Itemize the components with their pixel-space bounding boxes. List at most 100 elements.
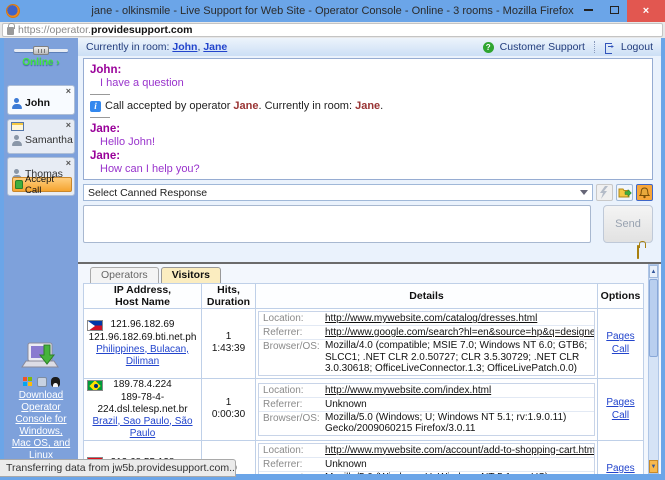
operator-console: Online › × John × Samantha × Thomas Acce… xyxy=(4,38,661,474)
divider xyxy=(593,41,595,53)
firefox-icon xyxy=(6,4,20,18)
download-console-link[interactable]: Download Operator Console for Windows, M… xyxy=(10,390,72,462)
call-link[interactable]: Call xyxy=(598,409,643,422)
logout-icon xyxy=(604,42,615,54)
mac-icon xyxy=(36,377,47,387)
table-header-row: IP Address, Host Name Hits, Duration Detai… xyxy=(83,283,644,309)
main-panel: Currently in room: John, Jane ? Customer… xyxy=(78,38,661,474)
chat-sender: Jane: xyxy=(90,150,121,162)
send-button[interactable]: Send xyxy=(603,205,653,243)
logout-link[interactable]: Logout xyxy=(621,41,653,53)
visitors-table: IP Address, Host Name Hits, Duration Detai… xyxy=(83,283,644,474)
visitor-name: John xyxy=(25,97,51,109)
canned-response-select[interactable]: Select Canned Response xyxy=(83,184,593,201)
room-link-john[interactable]: John xyxy=(172,41,197,53)
message-input[interactable] xyxy=(83,205,591,243)
scrollbar[interactable]: ▲ ▼ xyxy=(648,264,659,474)
chat-text: Hello John! xyxy=(100,136,156,148)
chat-message: Jane: Hello John! xyxy=(90,122,646,149)
visitor-hits: 1 xyxy=(225,397,232,408)
person-icon xyxy=(11,97,22,109)
download-section: Download Operator Console for Windows, M… xyxy=(4,341,78,462)
chat-sender: Jane: xyxy=(90,123,121,135)
minimize-button[interactable] xyxy=(575,0,601,20)
visitor-duration: 1:43:39 xyxy=(211,343,246,355)
location-link[interactable]: http://www.mywebsite.com/catalog/dresses… xyxy=(325,312,594,325)
tab-visitors[interactable]: Visitors xyxy=(160,267,222,283)
visitor-geo-link[interactable]: Philippines, Bulacan, Diliman xyxy=(96,344,189,367)
visitor-card-thomas[interactable]: × Thomas Accept Call xyxy=(7,157,75,196)
table-row: 121.96.182.69 121.96.182.69.bti.net.ph P… xyxy=(83,308,644,379)
url-text: https://operator.providesupport.com xyxy=(18,24,193,36)
scroll-down-icon[interactable]: ▼ xyxy=(649,460,658,473)
referrer-value: Unknown xyxy=(325,458,367,470)
chat-window-icon xyxy=(11,122,24,131)
tab-operators[interactable]: Operators xyxy=(90,267,159,283)
pages-link[interactable]: Pages xyxy=(598,462,643,474)
linux-icon xyxy=(50,377,60,387)
sidebar: Online › × John × Samantha × Thomas Acce… xyxy=(4,38,78,474)
slider-grip-icon[interactable] xyxy=(33,46,49,55)
firefox-window: jane - olkinsmile - Live Support for Web… xyxy=(0,0,665,480)
pages-link[interactable]: Pages xyxy=(598,330,643,343)
visitor-ip: 121.96.182.69 xyxy=(110,319,175,331)
close-icon[interactable]: × xyxy=(66,158,71,168)
location-link[interactable]: http://www.mywebsite.com/account/add-to-… xyxy=(325,444,594,457)
chat-transcript[interactable]: John: I have a question i Call accepted … xyxy=(83,58,653,180)
visitor-name: Samantha xyxy=(25,134,73,146)
windows-icon xyxy=(22,377,33,387)
message-separator xyxy=(90,94,110,95)
close-icon[interactable]: × xyxy=(66,86,71,96)
quick-response-button[interactable] xyxy=(596,184,613,201)
pages-link[interactable]: Pages xyxy=(598,396,643,409)
browser-os: Mozilla/4.0 (compatible; MSIE 7.0; Windo… xyxy=(325,340,588,374)
close-icon[interactable]: × xyxy=(66,120,71,130)
scroll-thumb[interactable] xyxy=(649,279,658,357)
visitor-card-samantha[interactable]: × Samantha xyxy=(7,119,75,154)
bell-icon xyxy=(639,186,650,198)
message-separator xyxy=(90,117,110,118)
sound-alert-button[interactable] xyxy=(636,184,653,201)
location-link[interactable]: http://www.mywebsite.com/index.html xyxy=(325,384,594,397)
visitor-card-john[interactable]: × John xyxy=(7,85,75,115)
customer-support-link[interactable]: Customer Support xyxy=(500,41,585,53)
person-icon xyxy=(11,134,22,146)
online-status[interactable]: Online › xyxy=(4,57,78,68)
close-button[interactable]: × xyxy=(627,0,665,22)
lightning-icon xyxy=(600,186,608,199)
visitor-geo-link[interactable]: Brazil, Sao Paulo, São Paulo xyxy=(92,416,192,439)
maximize-button[interactable] xyxy=(601,0,627,20)
room-bar: Currently in room: John, Jane ? Customer… xyxy=(78,38,661,56)
chat-text: How can I help you? xyxy=(100,163,200,175)
visitor-host: 189-78-4-224.dsl.telesp.net.br xyxy=(97,391,188,415)
col-hits-duration: Hits, Duration xyxy=(201,283,256,309)
secure-session-indicator xyxy=(637,245,649,259)
chat-text: I have a question xyxy=(100,77,184,89)
address-bar[interactable]: https://operator.providesupport.com xyxy=(2,23,663,37)
help-icon: ? xyxy=(482,41,494,53)
col-ip-host: IP Address, Host Name xyxy=(83,283,202,309)
col-details: Details xyxy=(255,283,598,309)
chat-message: Jane: How can I help you? xyxy=(90,149,646,176)
phone-icon xyxy=(15,180,23,189)
title-bar: jane - olkinsmile - Live Support for Web… xyxy=(0,0,665,22)
chevron-down-icon xyxy=(580,190,588,195)
chat-message: John: I have a question xyxy=(90,63,646,90)
room-link-jane[interactable]: Jane xyxy=(203,41,227,53)
philippines-flag-icon xyxy=(87,319,103,331)
browser-url-bar: https://operator.providesupport.com xyxy=(0,22,665,38)
status-slider[interactable] xyxy=(14,46,68,55)
status-bar: Transferring data from jw5b.providesuppo… xyxy=(0,459,236,477)
room-label: Currently in room: xyxy=(86,41,170,53)
visitor-hits: 1 xyxy=(225,331,232,343)
scroll-up-icon[interactable]: ▲ xyxy=(649,265,658,278)
referrer-value: Unknown xyxy=(325,398,367,410)
visitors-pane: Operators Visitors IP Address, Host Name … xyxy=(78,262,661,474)
browser-os: Mozilla/5.0 (Windows; U; Windows NT 5.1;… xyxy=(325,411,567,435)
referrer-link[interactable]: http://www.google.com/search?hl=en&sourc… xyxy=(325,326,594,339)
push-page-button[interactable] xyxy=(616,184,633,201)
chat-sender: John: xyxy=(90,64,122,76)
call-link[interactable]: Call xyxy=(598,343,643,356)
accept-call-button[interactable]: Accept Call xyxy=(12,174,72,196)
visitor-host: 121.96.182.69.bti.net.ph xyxy=(88,331,197,343)
